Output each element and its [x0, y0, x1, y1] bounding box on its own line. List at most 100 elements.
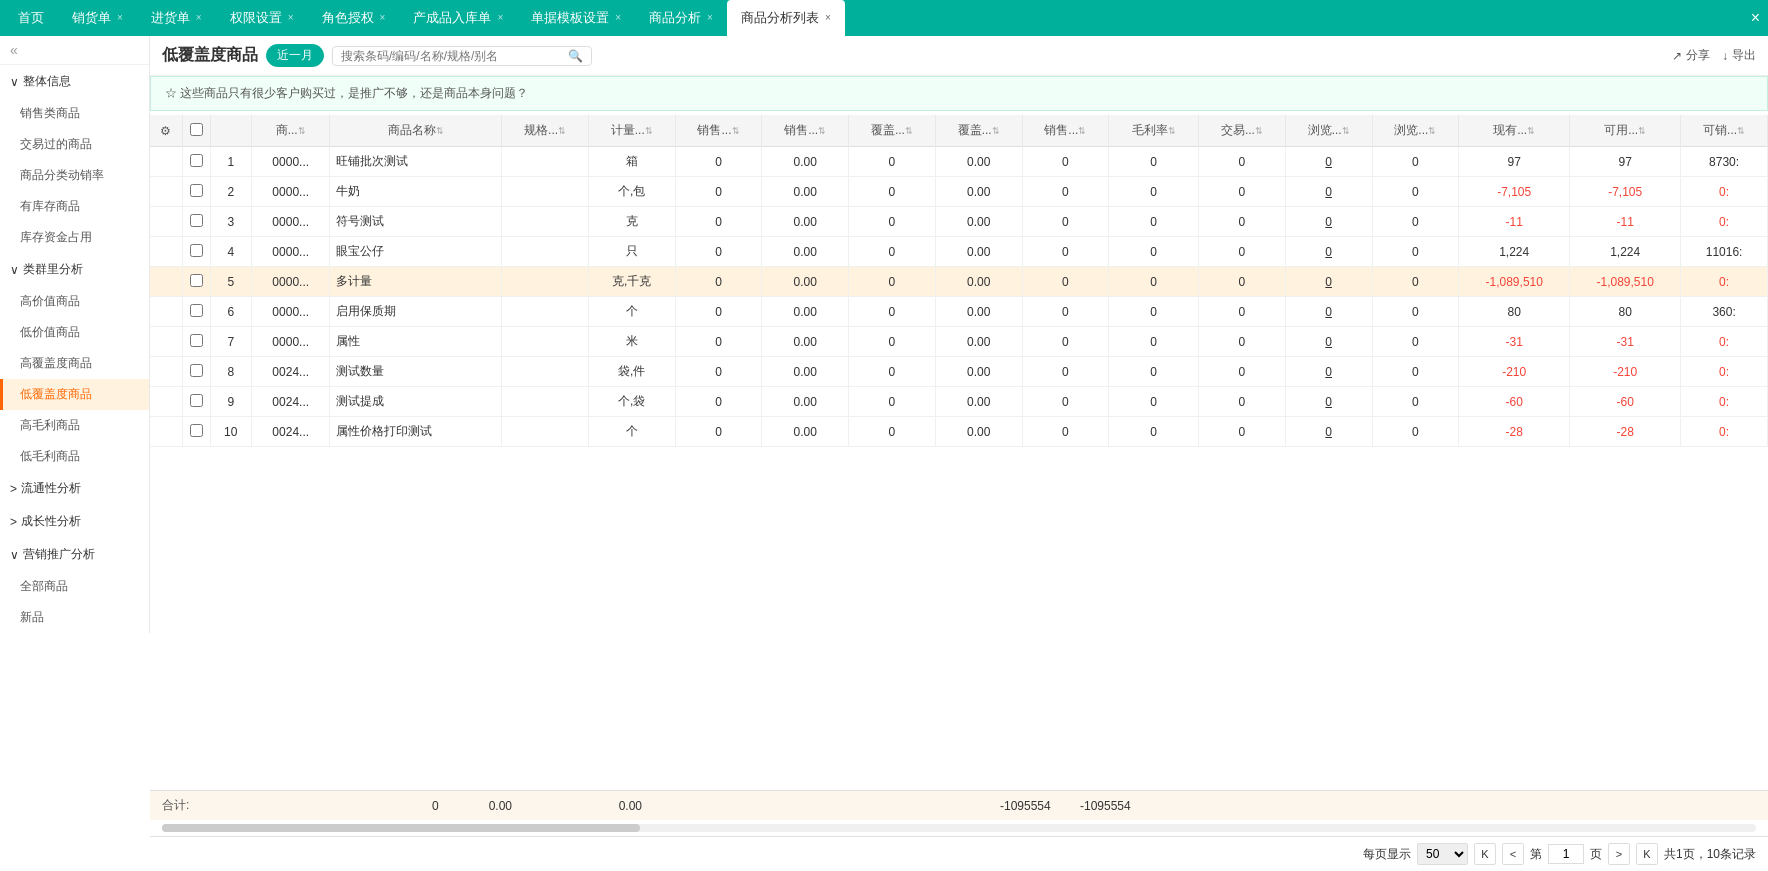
th-stock3[interactable]: 可销...⇅: [1681, 115, 1768, 147]
tab-home[interactable]: 首页: [4, 0, 58, 36]
sidebar-item-low-value[interactable]: 低价值商品: [0, 317, 149, 348]
sidebar-section-circulation[interactable]: > 流通性分析: [0, 472, 149, 505]
sidebar-item-high-value[interactable]: 高价值商品: [0, 286, 149, 317]
th-browse2[interactable]: 浏览...⇅: [1372, 115, 1459, 147]
close-icon[interactable]: ×: [497, 0, 503, 36]
row-checkbox[interactable]: [190, 334, 203, 347]
browse-link[interactable]: 0: [1325, 275, 1332, 289]
browse-link[interactable]: 0: [1325, 305, 1332, 319]
sidebar-section-cluster[interactable]: ∨ 类群里分析: [0, 253, 149, 286]
sidebar-item-new-goods[interactable]: 新品: [0, 602, 149, 633]
browse-link[interactable]: 0: [1325, 395, 1332, 409]
filter-btn-last-month[interactable]: 近一月: [266, 44, 324, 67]
browse-link[interactable]: 0: [1325, 425, 1332, 439]
cell-browse1[interactable]: 0: [1285, 207, 1372, 237]
select-all-checkbox[interactable]: [190, 123, 203, 136]
th-sales-amt[interactable]: 销售...⇅: [762, 115, 849, 147]
sidebar-item-low-margin[interactable]: 低毛利商品: [0, 441, 149, 472]
tab-product-analysis[interactable]: 商品分析 ×: [635, 0, 727, 36]
cell-browse1[interactable]: 0: [1285, 417, 1372, 447]
th-stock1[interactable]: 现有...⇅: [1459, 115, 1570, 147]
cell-browse1[interactable]: 0: [1285, 147, 1372, 177]
tab-template[interactable]: 单据模板设置 ×: [517, 0, 635, 36]
th-gross-rate[interactable]: 毛利率⇅: [1109, 115, 1199, 147]
row-checkbox[interactable]: [190, 154, 203, 167]
th-browse1[interactable]: 浏览...⇅: [1285, 115, 1372, 147]
tab-product-entry[interactable]: 产成品入库单 ×: [399, 0, 517, 36]
th-spec[interactable]: 规格...⇅: [502, 115, 589, 147]
sidebar-item-traded-goods[interactable]: 交易过的商品: [0, 129, 149, 160]
browse-link[interactable]: 0: [1325, 245, 1332, 259]
th-sales-days[interactable]: 销售...⇅: [1022, 115, 1109, 147]
th-cover1[interactable]: 覆盖...⇅: [849, 115, 936, 147]
sidebar-item-low-coverage[interactable]: 低覆盖度商品: [0, 379, 149, 410]
tab-product-analysis-list[interactable]: 商品分析列表 ×: [727, 0, 845, 36]
first-page-button[interactable]: K: [1474, 843, 1496, 865]
close-icon[interactable]: ×: [288, 0, 294, 36]
cell-browse1[interactable]: 0: [1285, 267, 1372, 297]
page-number-input[interactable]: [1548, 844, 1584, 864]
search-input[interactable]: [341, 49, 564, 63]
sidebar-collapse-button[interactable]: «: [10, 42, 18, 58]
th-stock2[interactable]: 可用...⇅: [1570, 115, 1681, 147]
th-settings[interactable]: ⚙: [150, 115, 182, 147]
cell-browse1[interactable]: 0: [1285, 357, 1372, 387]
tab-purchase[interactable]: 进货单 ×: [137, 0, 216, 36]
prev-page-button[interactable]: <: [1502, 843, 1524, 865]
th-unit[interactable]: 计量...⇅: [588, 115, 675, 147]
tab-permissions[interactable]: 权限设置 ×: [216, 0, 308, 36]
cell-browse1[interactable]: 0: [1285, 297, 1372, 327]
close-icon[interactable]: ×: [707, 0, 713, 36]
tab-sales[interactable]: 销货单 ×: [58, 0, 137, 36]
row-checkbox[interactable]: [190, 424, 203, 437]
per-page-select[interactable]: 50 100 200: [1417, 843, 1468, 865]
sidebar-item-high-coverage[interactable]: 高覆盖度商品: [0, 348, 149, 379]
row-checkbox[interactable]: [190, 364, 203, 377]
sidebar-item-category-rate[interactable]: 商品分类动销率: [0, 160, 149, 191]
row-checkbox[interactable]: [190, 304, 203, 317]
browse-link[interactable]: 0: [1325, 155, 1332, 169]
cell-browse1[interactable]: 0: [1285, 237, 1372, 267]
close-icon[interactable]: ×: [117, 0, 123, 36]
window-close-button[interactable]: ×: [1751, 9, 1760, 27]
last-page-button[interactable]: K: [1636, 843, 1658, 865]
sidebar-item-stock-capital[interactable]: 库存资金占用: [0, 222, 149, 253]
sidebar-item-sales-goods[interactable]: 销售类商品: [0, 98, 149, 129]
search-icon[interactable]: 🔍: [568, 49, 583, 63]
browse-link[interactable]: 0: [1325, 185, 1332, 199]
cell-browse2: 0: [1372, 417, 1459, 447]
close-icon[interactable]: ×: [825, 0, 831, 36]
browse-link[interactable]: 0: [1325, 215, 1332, 229]
next-page-button[interactable]: >: [1608, 843, 1630, 865]
sidebar-item-with-stock[interactable]: 有库存商品: [0, 191, 149, 222]
row-checkbox[interactable]: [190, 394, 203, 407]
th-name[interactable]: 商品名称⇅: [330, 115, 502, 147]
close-icon[interactable]: ×: [196, 0, 202, 36]
sidebar-section-marketing[interactable]: ∨ 营销推广分析: [0, 538, 149, 571]
cell-browse1[interactable]: 0: [1285, 177, 1372, 207]
row-checkbox[interactable]: [190, 274, 203, 287]
tab-role-auth[interactable]: 角色授权 ×: [308, 0, 400, 36]
export-button[interactable]: ↓ 导出: [1722, 47, 1756, 64]
th-check[interactable]: [182, 115, 210, 147]
share-button[interactable]: ↗ 分享: [1672, 47, 1710, 64]
row-checkbox[interactable]: [190, 244, 203, 257]
close-icon[interactable]: ×: [380, 0, 386, 36]
th-trans[interactable]: 交易...⇅: [1199, 115, 1286, 147]
sidebar-item-high-margin[interactable]: 高毛利商品: [0, 410, 149, 441]
row-checkbox[interactable]: [190, 214, 203, 227]
cell-trans: 0: [1199, 177, 1286, 207]
close-icon[interactable]: ×: [615, 0, 621, 36]
th-sales-qty[interactable]: 销售...⇅: [675, 115, 762, 147]
th-cover2[interactable]: 覆盖...⇅: [935, 115, 1022, 147]
browse-link[interactable]: 0: [1325, 335, 1332, 349]
row-checkbox[interactable]: [190, 184, 203, 197]
cell-browse1[interactable]: 0: [1285, 327, 1372, 357]
sidebar-section-overall[interactable]: ∨ 整体信息: [0, 65, 149, 98]
browse-link[interactable]: 0: [1325, 365, 1332, 379]
sidebar-item-all-goods[interactable]: 全部商品: [0, 571, 149, 602]
th-code[interactable]: 商...⇅: [252, 115, 330, 147]
horizontal-scrollbar[interactable]: [150, 820, 1768, 836]
cell-browse1[interactable]: 0: [1285, 387, 1372, 417]
sidebar-section-growth[interactable]: > 成长性分析: [0, 505, 149, 538]
